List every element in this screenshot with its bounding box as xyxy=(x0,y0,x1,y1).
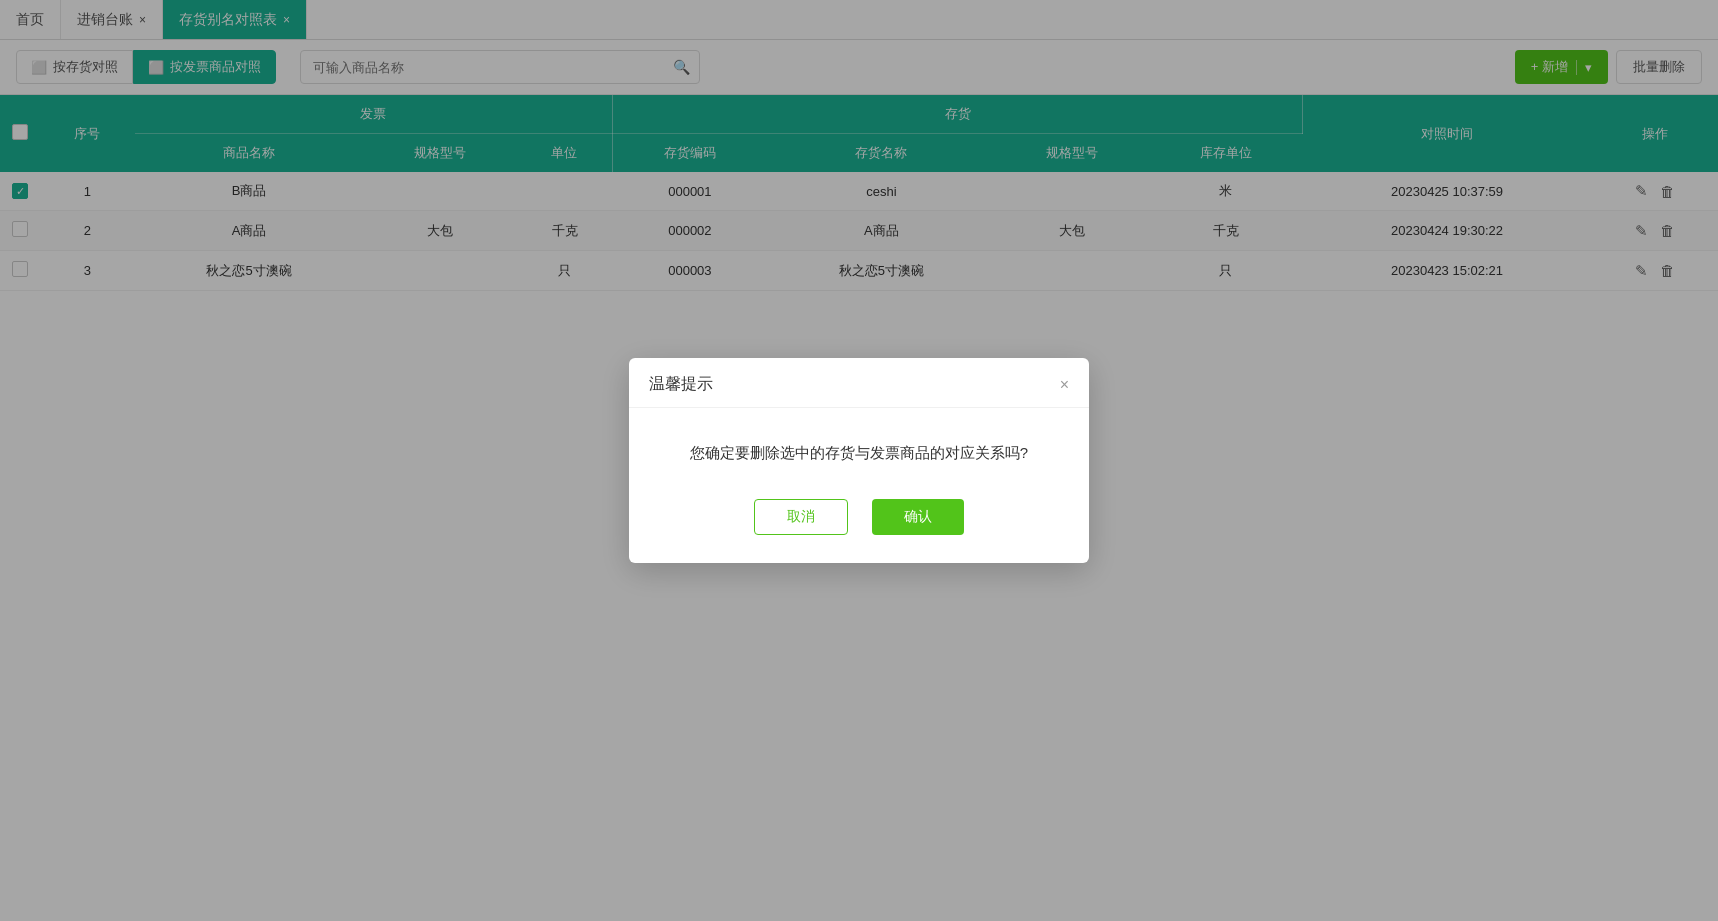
dialog-message: 您确定要删除选中的存货与发票商品的对应关系吗? xyxy=(690,444,1028,461)
dialog-footer: 取消 确认 xyxy=(629,491,1089,563)
dialog-confirm-btn[interactable]: 确认 xyxy=(872,499,964,535)
dialog-close-btn[interactable]: × xyxy=(1060,376,1069,394)
dialog-cancel-btn[interactable]: 取消 xyxy=(754,499,848,535)
dialog-title: 温馨提示 xyxy=(649,374,713,395)
confirm-dialog: 温馨提示 × 您确定要删除选中的存货与发票商品的对应关系吗? 取消 确认 xyxy=(629,358,1089,563)
dialog-overlay: 温馨提示 × 您确定要删除选中的存货与发票商品的对应关系吗? 取消 确认 xyxy=(0,0,1718,921)
dialog-header: 温馨提示 × xyxy=(629,358,1089,408)
dialog-body: 您确定要删除选中的存货与发票商品的对应关系吗? xyxy=(629,408,1089,491)
